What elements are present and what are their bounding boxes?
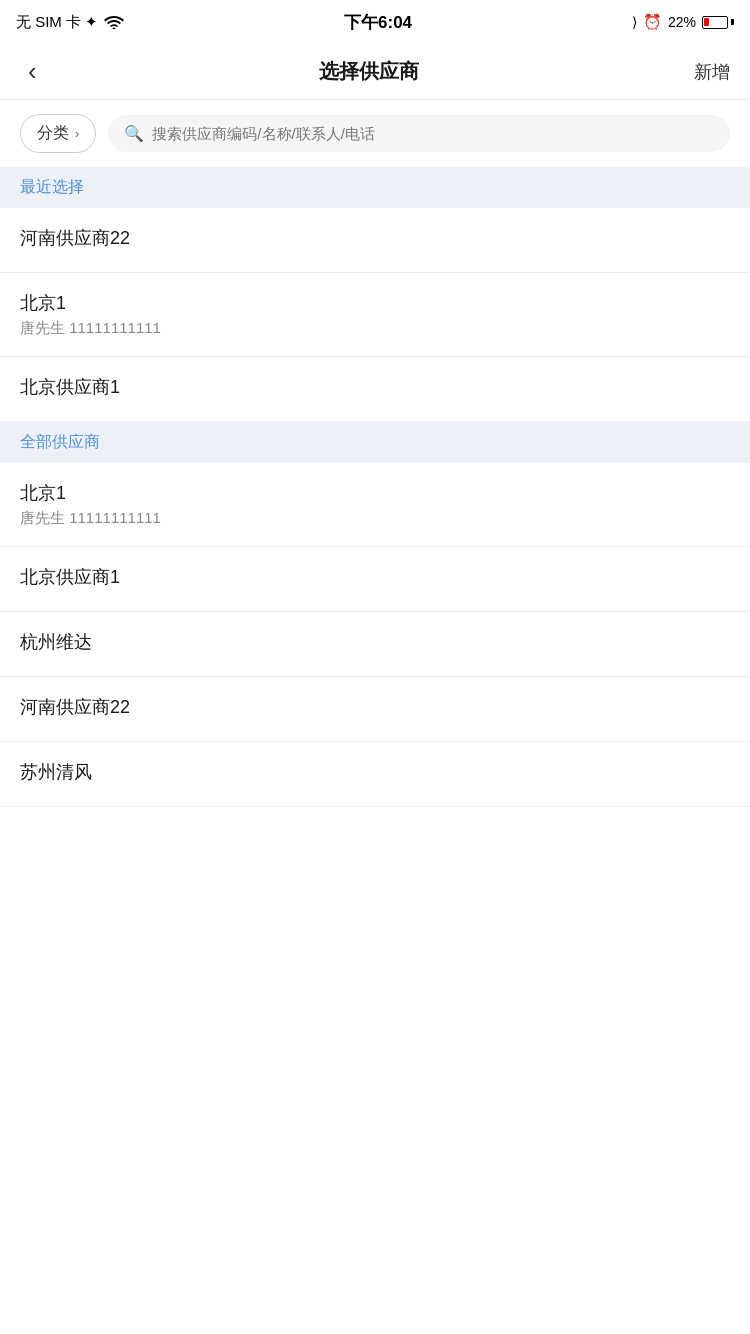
list-item[interactable]: 河南供应商22	[0, 677, 750, 742]
list-item[interactable]: 苏州清风	[0, 742, 750, 807]
chevron-right-icon: ›	[75, 126, 79, 141]
recent-section-header: 最近选择	[0, 167, 750, 208]
item-name: 北京供应商1	[20, 375, 730, 399]
list-item[interactable]: 北京1 唐先生 11111111111	[0, 273, 750, 357]
item-name: 河南供应商22	[20, 226, 730, 250]
add-button[interactable]: 新增	[694, 60, 730, 84]
list-item[interactable]: 北京供应商1	[0, 357, 750, 422]
item-sub: 唐先生 11111111111	[20, 509, 730, 528]
item-name: 苏州清风	[20, 760, 730, 784]
status-bar: 无 SIM 卡 ✦ 下午6:04 ⟩ ⏰ 22%	[0, 0, 750, 44]
item-name: 北京1	[20, 481, 730, 505]
nav-bar: ‹ 选择供应商 新增	[0, 44, 750, 100]
item-name: 杭州维达	[20, 630, 730, 654]
status-right: ⟩ ⏰ 22%	[632, 13, 734, 31]
item-sub: 唐先生 11111111111	[20, 319, 730, 338]
list-item[interactable]: 北京供应商1	[0, 547, 750, 612]
recent-items-list: 河南供应商22 北京1 唐先生 11111111111 北京供应商1	[0, 208, 750, 422]
item-name: 北京1	[20, 291, 730, 315]
list-item[interactable]: 河南供应商22	[0, 208, 750, 273]
battery-icon	[702, 16, 734, 29]
back-button[interactable]: ‹	[20, 48, 45, 95]
recent-section-label: 最近选择	[20, 178, 84, 195]
battery-percent: 22%	[668, 14, 696, 30]
all-section-label: 全部供应商	[20, 433, 100, 450]
svg-point-0	[113, 28, 116, 30]
search-icon: 🔍	[124, 124, 144, 143]
all-section-header: 全部供应商	[0, 422, 750, 463]
search-input-wrap[interactable]: 🔍	[108, 115, 730, 152]
status-left: 无 SIM 卡 ✦	[16, 13, 124, 32]
wifi-icon	[104, 15, 124, 29]
no-sim-text: 无 SIM 卡 ✦	[16, 13, 98, 32]
alarm-icon: ⏰	[643, 13, 662, 31]
all-items-list: 北京1 唐先生 11111111111 北京供应商1 杭州维达河南供应商22 苏州清风	[0, 463, 750, 807]
search-bar: 分类 › 🔍	[0, 100, 750, 167]
status-time: 下午6:04	[344, 11, 412, 34]
list-item[interactable]: 杭州维达	[0, 612, 750, 677]
category-label: 分类	[37, 123, 69, 144]
item-name: 河南供应商22	[20, 695, 730, 719]
list-item[interactable]: 北京1 唐先生 11111111111	[0, 463, 750, 547]
location-icon: ⟩	[632, 14, 637, 30]
search-input[interactable]	[152, 125, 714, 142]
item-name: 北京供应商1	[20, 565, 730, 589]
category-button[interactable]: 分类 ›	[20, 114, 96, 153]
page-title: 选择供应商	[319, 58, 419, 85]
